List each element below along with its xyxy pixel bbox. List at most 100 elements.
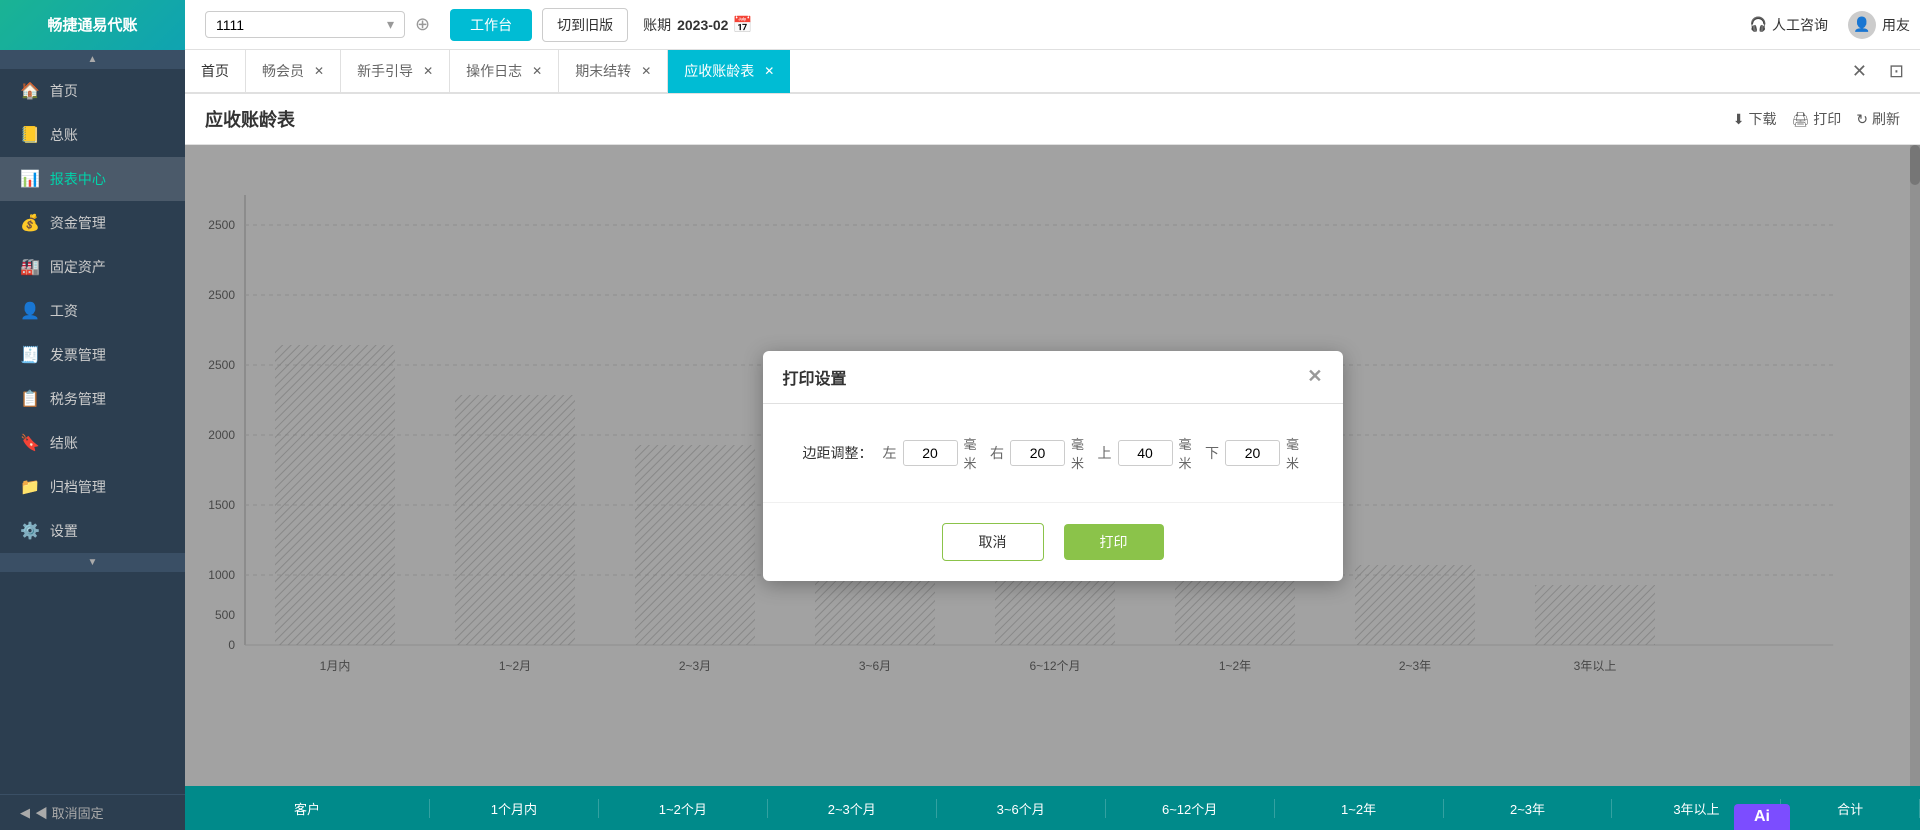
th-1-2years: 1~2年 [1275, 799, 1444, 818]
right-margin-group: 右 毫米 [990, 434, 1088, 472]
page-actions: ⬇ 下载 🖨 打印 ↻ 刷新 [1733, 109, 1900, 129]
close-window-button[interactable]: ✕ [1846, 59, 1873, 84]
sidebar-item-home[interactable]: 🏠 首页 [0, 69, 185, 113]
calendar-icon[interactable]: 📅 [732, 15, 752, 35]
chart-area: 2500 2500 2500 2000 1500 1000 500 0 [185, 145, 1920, 786]
content-area: 首页 畅会员 ✕ 新手引导 ✕ 操作日志 ✕ 期末结转 ✕ 应收账龄表 ✕ [185, 50, 1920, 830]
tab-close-icon[interactable]: ✕ [532, 64, 542, 78]
avatar: 👤 [1848, 11, 1876, 39]
header-right: 🎧 人工咨询 👤 用友 [1750, 11, 1910, 39]
tab-close-icon[interactable]: ✕ [423, 64, 433, 78]
margin-row: 边距调整： 左 毫米 右 毫米 [803, 434, 1303, 472]
ai-badge[interactable]: Ai [1734, 804, 1790, 830]
workbench-button[interactable]: 工作台 [450, 9, 532, 41]
print-confirm-button[interactable]: 打印 [1064, 524, 1164, 560]
right-label: 右 [990, 443, 1004, 463]
tax-icon: 📋 [20, 389, 40, 409]
download-button[interactable]: ⬇ 下载 [1733, 109, 1777, 129]
copy-icon[interactable]: ⊕ [415, 14, 430, 35]
top-margin-input[interactable] [1118, 440, 1173, 466]
modal-overlay: 打印设置 ✕ 边距调整： 左 毫米 右 [185, 145, 1920, 786]
sidebar-item-label: 首页 [50, 81, 78, 101]
page-header: 应收账龄表 ⬇ 下载 🖨 打印 ↻ 刷新 [185, 94, 1920, 145]
settings-icon: ⚙️ [20, 521, 40, 541]
period-value: 2023-02 [677, 17, 728, 33]
assets-icon: 🏭 [20, 257, 40, 277]
tab-label: 应收账龄表 [684, 61, 754, 81]
right-margin-input[interactable] [1010, 440, 1065, 466]
sidebar-item-archive[interactable]: 📁 归档管理 [0, 465, 185, 509]
tab-log[interactable]: 操作日志 ✕ [450, 50, 559, 93]
modal-body: 边距调整： 左 毫米 右 毫米 [763, 404, 1343, 502]
tab-right-controls: ✕ ⊡ [1846, 59, 1920, 84]
sidebar-item-ledger[interactable]: 📒 总账 [0, 113, 185, 157]
user-label: 用友 [1882, 15, 1910, 35]
sidebar-item-label: 设置 [50, 521, 78, 541]
tab-receivable[interactable]: 应收账龄表 ✕ [668, 50, 790, 93]
refresh-button[interactable]: ↻ 刷新 [1856, 109, 1900, 129]
tab-close-icon[interactable]: ✕ [314, 64, 324, 78]
consult-area[interactable]: 🎧 人工咨询 [1750, 15, 1828, 35]
period-label: 账期 [643, 15, 671, 35]
sidebar-collapse-button[interactable]: ◀ ◀ 取消固定 [0, 794, 185, 830]
th-1month: 1个月内 [430, 799, 599, 818]
sidebar-item-assets[interactable]: 🏭 固定资产 [0, 245, 185, 289]
company-select[interactable]: 1111 ▾ [205, 11, 405, 38]
sidebar-item-label: 税务管理 [50, 389, 106, 409]
sidebar-item-invoice[interactable]: 🧾 发票管理 [0, 333, 185, 377]
user-area[interactable]: 👤 用友 [1848, 11, 1910, 39]
tab-close-icon[interactable]: ✕ [764, 64, 774, 78]
tab-close-icon[interactable]: ✕ [641, 64, 651, 78]
sidebar-item-label: 工资 [50, 301, 78, 321]
ledger-icon: 📒 [20, 125, 40, 145]
sidebar-item-funds[interactable]: 💰 资金管理 [0, 201, 185, 245]
sidebar-item-closing[interactable]: 🔖 结账 [0, 421, 185, 465]
th-1-2months: 1~2个月 [599, 799, 768, 818]
left-margin-group: 左 毫米 [883, 434, 981, 472]
tab-home[interactable]: 首页 [185, 50, 246, 93]
switch-version-button[interactable]: 切到旧版 [542, 8, 628, 42]
modal-close-button[interactable]: ✕ [1307, 366, 1322, 387]
sidebar-bottom-label: ◀ 取消固定 [35, 803, 104, 822]
print-button[interactable]: 🖨 打印 [1791, 109, 1841, 129]
download-icon: ⬇ [1733, 111, 1745, 128]
header: 畅捷通易代账 1111 ▾ ⊕ 工作台 切到旧版 账期 2023-02 📅 🎧 … [0, 0, 1920, 50]
sidebar-scroll-up[interactable]: ▲ [0, 50, 185, 69]
bottom-margin-input[interactable] [1225, 440, 1280, 466]
bottom-label: 下 [1205, 443, 1219, 463]
archive-icon: 📁 [20, 477, 40, 497]
left-margin-input[interactable] [903, 440, 958, 466]
print-settings-modal: 打印设置 ✕ 边距调整： 左 毫米 右 [763, 351, 1343, 581]
period-area: 账期 2023-02 📅 [643, 15, 752, 35]
th-total: 合计 [1781, 799, 1920, 818]
tab-guide[interactable]: 新手引导 ✕ [341, 50, 450, 93]
refresh-label: 刷新 [1872, 109, 1900, 129]
tab-vip[interactable]: 畅会员 ✕ [246, 50, 341, 93]
left-unit: 毫米 [964, 434, 981, 472]
modal-footer: 取消 打印 [763, 502, 1343, 581]
cancel-button[interactable]: 取消 [942, 523, 1044, 561]
refresh-icon: ↻ [1856, 111, 1868, 128]
left-label: 左 [883, 443, 897, 463]
tab-label: 新手引导 [357, 61, 413, 81]
sidebar-scroll-down[interactable]: ▼ [0, 553, 185, 572]
page-title: 应收账龄表 [205, 106, 295, 132]
reports-icon: 📊 [20, 169, 40, 189]
sidebar-item-label: 结账 [50, 433, 78, 453]
home-icon: 🏠 [20, 81, 40, 101]
logo-text: 畅捷通易代账 [47, 14, 137, 35]
th-2-3months: 2~3个月 [768, 799, 937, 818]
headset-icon: 🎧 [1750, 16, 1767, 33]
top-label: 上 [1098, 443, 1112, 463]
maximize-button[interactable]: ⊡ [1883, 59, 1910, 84]
tab-period-end[interactable]: 期末结转 ✕ [559, 50, 668, 93]
sidebar-item-payroll[interactable]: 👤 工资 [0, 289, 185, 333]
sidebar-item-settings[interactable]: ⚙️ 设置 [0, 509, 185, 553]
ai-badge-label: Ai [1754, 808, 1770, 825]
th-2-3years: 2~3年 [1444, 799, 1613, 818]
sidebar-item-reports[interactable]: 📊 报表中心 [0, 157, 185, 201]
sidebar-item-tax[interactable]: 📋 税务管理 [0, 377, 185, 421]
top-unit: 毫米 [1179, 434, 1196, 472]
sidebar-item-label: 总账 [50, 125, 78, 145]
closing-icon: 🔖 [20, 433, 40, 453]
